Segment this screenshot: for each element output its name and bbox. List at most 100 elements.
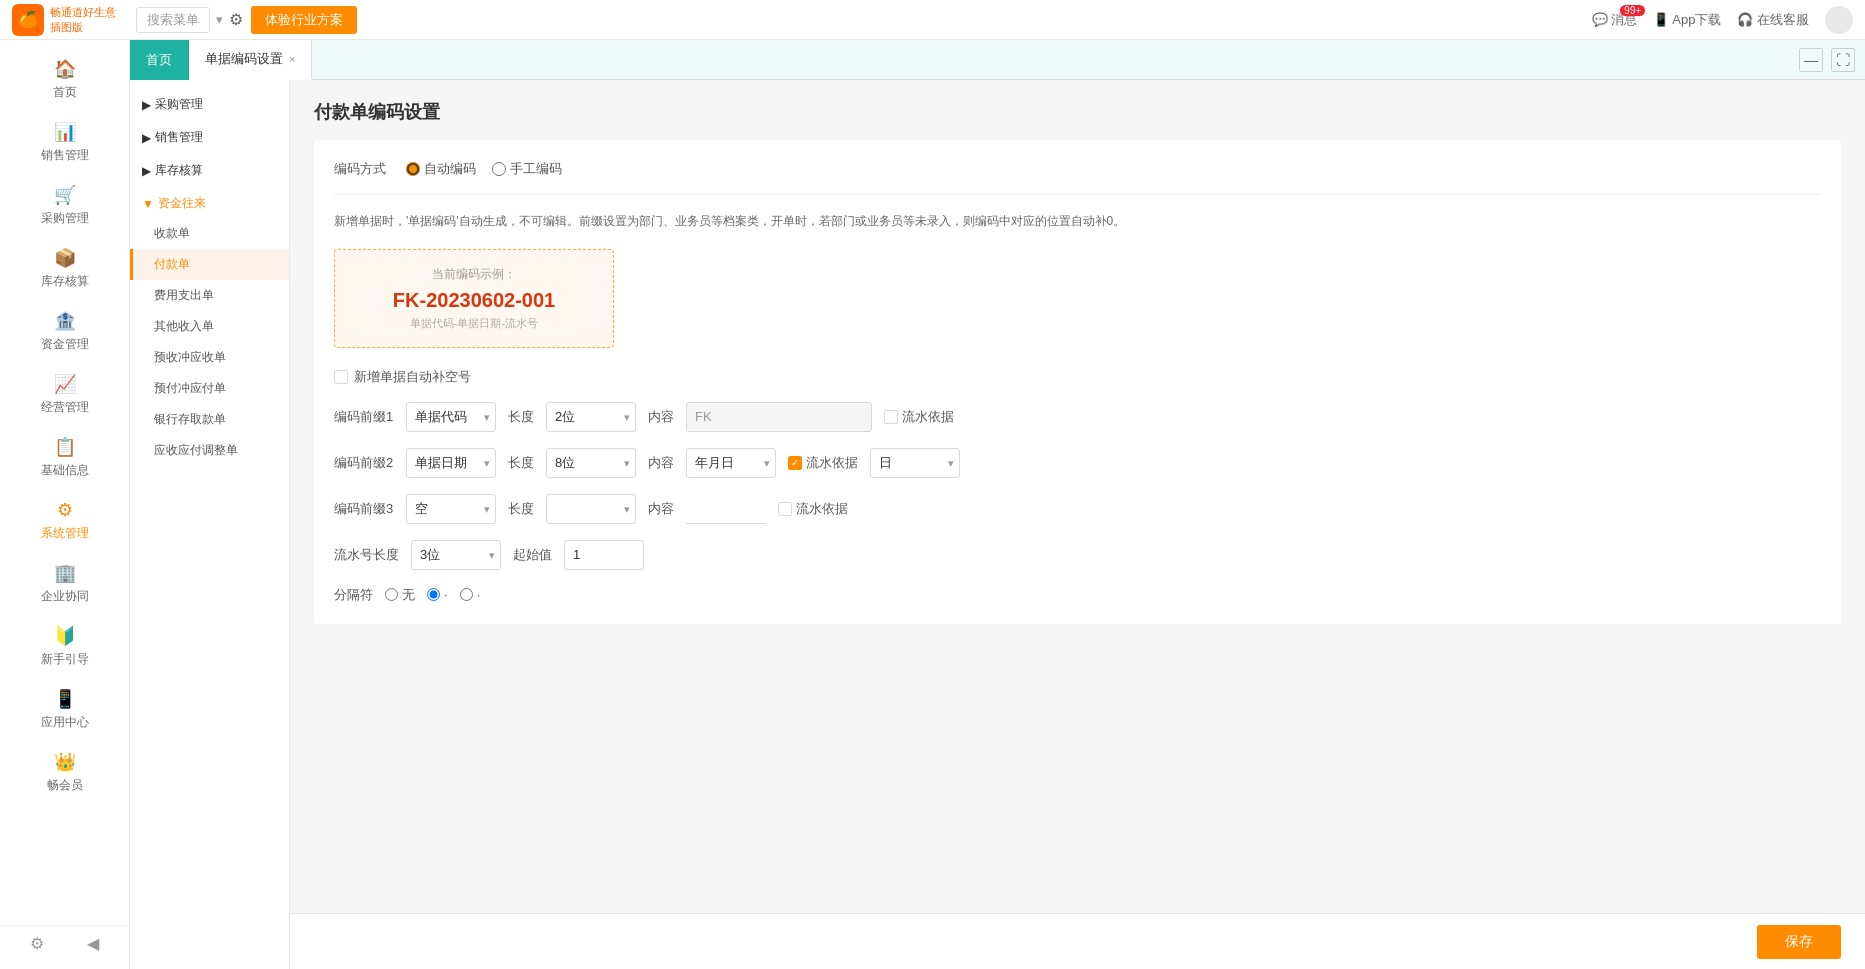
prefix1-label: 编码前缀1 xyxy=(334,408,394,426)
prefix1-watermark-checkbox[interactable] xyxy=(884,410,898,424)
serial-length-label: 流水号长度 xyxy=(334,546,399,564)
sub-item-feiyong[interactable]: 费用支出单 xyxy=(130,280,289,311)
chevron-right-icon: ▶ xyxy=(142,131,151,145)
sub-sidebar: ▶ 采购管理 ▶ 销售管理 ▶ 库存核算 xyxy=(130,80,290,969)
sep-none-label: 无 xyxy=(402,586,415,604)
top-bar: 🍊 畅通道好生意 插图版 搜索菜单 ▾ ⚙ 体验行业方案 💬 消息 99+ 📱 … xyxy=(0,0,1865,40)
description-text: 新增单据时，'单据编码'自动生成，不可编辑。前缀设置为部门、业务员等档案类，开单… xyxy=(334,211,1821,233)
prefix2-watermark-checkbox[interactable]: ✓ xyxy=(788,456,802,470)
sidebar-item-home[interactable]: 🏠 首页 xyxy=(0,48,129,111)
sub-item-bank[interactable]: 银行存取款单 xyxy=(130,404,289,435)
serial-row: 流水号长度 3位 4位 5位 起始值 xyxy=(334,540,1821,570)
sidebar-item-system[interactable]: ⚙ 系统管理 xyxy=(0,489,129,552)
prefix3-select[interactable]: 空 单据代码 部门 xyxy=(406,494,496,524)
settings-icon[interactable]: ⚙ xyxy=(229,10,243,29)
sidebar-item-label: 销售管理 xyxy=(41,147,89,164)
sub-item-qita[interactable]: 其他收入单 xyxy=(130,311,289,342)
sidebar-item-label: 新手引导 xyxy=(41,651,89,668)
prefix1-watermark-wrap: 流水依据 xyxy=(884,408,954,426)
tab-coding-settings[interactable]: 单据编码设置 × xyxy=(189,40,312,80)
sub-group-purchase: ▶ 采购管理 xyxy=(130,90,289,119)
user-avatar[interactable] xyxy=(1825,6,1853,34)
maximize-btn[interactable]: ⛶ xyxy=(1831,48,1855,72)
save-button[interactable]: 保存 xyxy=(1757,925,1841,959)
sep-none-radio[interactable]: 无 xyxy=(385,586,415,604)
prefix3-watermark-wrap: 流水依据 xyxy=(778,500,848,518)
preview-label: 当前编码示例： xyxy=(359,266,589,283)
sidebar-item-sales[interactable]: 📊 销售管理 xyxy=(0,111,129,174)
sidebar-item-member[interactable]: 👑 畅会员 xyxy=(0,741,129,804)
prefix1-length-wrap: 2位 3位 4位 xyxy=(546,402,636,432)
auto-coding-radio[interactable]: 自动编码 xyxy=(406,160,476,178)
chevron-down-icon[interactable]: ▾ xyxy=(216,12,223,27)
sep-dash-radio[interactable]: · xyxy=(460,587,481,602)
finance-icon: 🏦 xyxy=(54,310,76,332)
prefix2-select[interactable]: 单据日期 单据代码 xyxy=(406,448,496,478)
sub-group-sales-title[interactable]: ▶ 销售管理 xyxy=(130,123,289,152)
search-menu-text: 搜索菜单 xyxy=(136,7,210,33)
experience-btn[interactable]: 体验行业方案 xyxy=(251,6,357,34)
sidebar-item-inventory[interactable]: 📦 库存核算 xyxy=(0,237,129,300)
chevron-right-icon: ▶ xyxy=(142,164,151,178)
sub-group-sales: ▶ 销售管理 xyxy=(130,123,289,152)
serial-length-select[interactable]: 3位 4位 5位 xyxy=(411,540,501,570)
message-icon[interactable]: 💬 消息 99+ xyxy=(1592,11,1638,29)
sidebar-settings-icon[interactable]: ⚙ xyxy=(30,934,44,953)
online-service[interactable]: 🎧 在线客服 xyxy=(1737,11,1809,29)
sub-item-shoukuan[interactable]: 收款单 xyxy=(130,218,289,249)
sales-icon: 📊 xyxy=(54,121,76,143)
sidebar-item-basic[interactable]: 📋 基础信息 xyxy=(0,426,129,489)
sidebar-item-guide[interactable]: 🔰 新手引导 xyxy=(0,615,129,678)
prefix3-select-wrap: 空 单据代码 部门 xyxy=(406,494,496,524)
manual-coding-radio[interactable]: 手工编码 xyxy=(492,160,562,178)
serial-start-label: 起始值 xyxy=(513,546,552,564)
sub-item-fukuan[interactable]: 付款单 xyxy=(130,249,289,280)
auto-fill-checkbox[interactable] xyxy=(334,370,348,384)
prefix2-length-select[interactable]: 8位 4位 6位 xyxy=(546,448,636,478)
sidebar-collapse-icon[interactable]: ◀ xyxy=(87,934,99,953)
sidebar-item-enterprise[interactable]: 🏢 企业协同 xyxy=(0,552,129,615)
sidebar-item-apps[interactable]: 📱 应用中心 xyxy=(0,678,129,741)
prefix3-content-input xyxy=(686,494,766,524)
tab-nav: 首页 单据编码设置 × — ⛶ xyxy=(130,40,1865,80)
sub-item-yushou[interactable]: 预收冲应收单 xyxy=(130,342,289,373)
separator-radio-group: 无 · · xyxy=(385,586,480,604)
sidebar-item-finance[interactable]: 🏦 资金管理 xyxy=(0,300,129,363)
sub-item-yufu[interactable]: 预付冲应付单 xyxy=(130,373,289,404)
sub-group-inventory-title[interactable]: ▶ 库存核算 xyxy=(130,156,289,185)
serial-start-input[interactable] xyxy=(564,540,644,570)
sidebar-item-purchase[interactable]: 🛒 采购管理 xyxy=(0,174,129,237)
prefix2-period-select[interactable]: 日 月 年 xyxy=(870,448,960,478)
prefix2-label: 编码前缀2 xyxy=(334,454,394,472)
prefix2-content-select[interactable]: 年月日 年月 年 xyxy=(686,448,776,478)
prefix1-length-select[interactable]: 2位 3位 4位 xyxy=(546,402,636,432)
apps-icon: 📱 xyxy=(54,688,76,710)
prefix3-length-select[interactable]: 2位 xyxy=(546,494,636,524)
sidebar-item-label: 畅会员 xyxy=(47,777,83,794)
preview-desc: 单据代码-单据日期-流水号 xyxy=(359,316,589,331)
minimize-btn[interactable]: — xyxy=(1799,48,1823,72)
sep-dot-radio[interactable]: · xyxy=(427,587,448,602)
tab-home[interactable]: 首页 xyxy=(130,40,189,80)
prefix2-watermark-label: 流水依据 xyxy=(806,454,858,472)
sep-dash-label: · xyxy=(477,587,481,602)
form-card: 编码方式 自动编码 手工编码 xyxy=(314,140,1841,624)
sub-item-adjust[interactable]: 应收应付调整单 xyxy=(130,435,289,466)
prefix3-length-label: 长度 xyxy=(508,500,534,518)
sub-group-finance-title[interactable]: ▼ 资金往来 xyxy=(130,189,289,218)
prefix3-watermark-checkbox[interactable] xyxy=(778,502,792,516)
prefix2-length-wrap: 8位 4位 6位 xyxy=(546,448,636,478)
prefix1-select-wrap: 单据代码 部门 业务员 xyxy=(406,402,496,432)
prefix1-select[interactable]: 单据代码 部门 业务员 xyxy=(406,402,496,432)
prefix1-content-input[interactable] xyxy=(686,402,872,432)
app-download[interactable]: 📱 App下载 xyxy=(1653,11,1721,29)
layout: 🏠 首页 📊 销售管理 🛒 采购管理 📦 库存核算 🏦 资金管理 📈 经营管理 … xyxy=(0,40,1865,969)
coding-method-row: 编码方式 自动编码 手工编码 xyxy=(334,160,1821,195)
sidebar-item-operation[interactable]: 📈 经营管理 xyxy=(0,363,129,426)
sub-group-purchase-title[interactable]: ▶ 采购管理 xyxy=(130,90,289,119)
brand: 🍊 畅通道好生意 插图版 xyxy=(12,4,116,36)
tab-close-icon[interactable]: × xyxy=(289,53,295,65)
main-area: 首页 单据编码设置 × — ⛶ ▶ 采购管理 xyxy=(130,40,1865,969)
message-badge: 99+ xyxy=(1620,5,1645,16)
sidebar-item-label: 应用中心 xyxy=(41,714,89,731)
